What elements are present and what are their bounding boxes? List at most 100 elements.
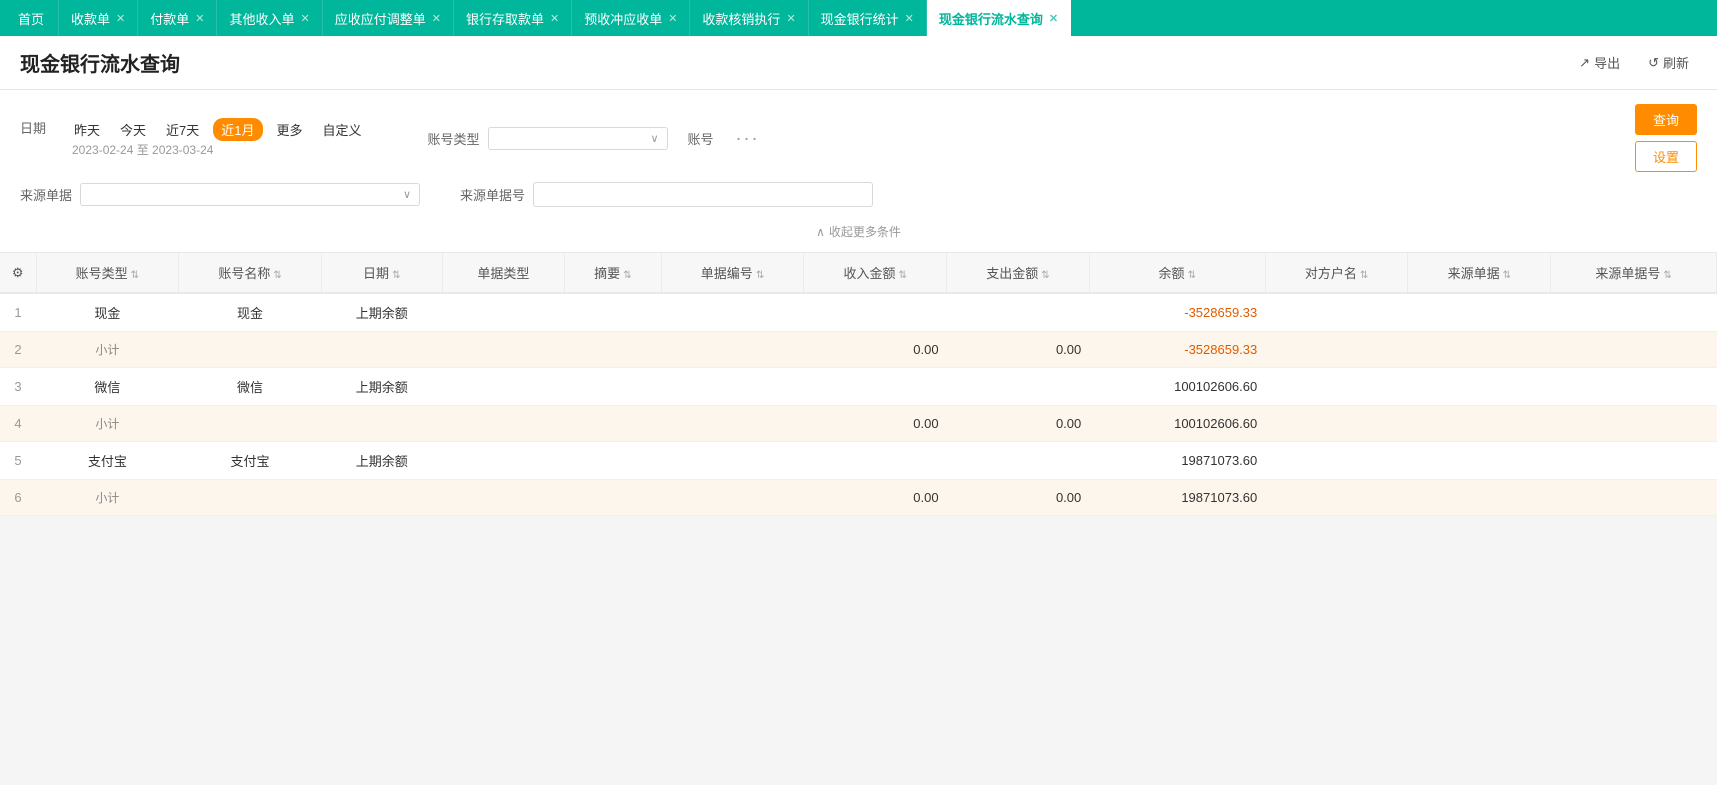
filter-actions: 查询 设置	[1635, 104, 1697, 172]
cell-source_doc	[1408, 293, 1551, 332]
cell-account_type: 微信	[36, 368, 179, 406]
nav-home[interactable]: 首页	[4, 0, 59, 36]
close-icon[interactable]: ✕	[116, 12, 125, 25]
col-label: 收入金额	[844, 266, 896, 281]
account-type-select[interactable]: ∨	[488, 127, 668, 150]
nav-tab[interactable]: 现金银行统计✕	[809, 0, 927, 36]
refresh-icon: ↺	[1648, 55, 1659, 71]
nav-tab[interactable]: 付款单 ✕	[138, 0, 217, 36]
nav-tab-label: 付款单	[150, 9, 189, 28]
cell-doc_no	[661, 332, 804, 368]
collapse-bar[interactable]: ∧ 收起更多条件	[20, 217, 1697, 242]
cell-expense: 0.00	[947, 406, 1090, 442]
sort-icon: ⇅	[131, 270, 139, 281]
account-dots[interactable]: ···	[736, 128, 760, 149]
date-option[interactable]: 近7天	[160, 118, 205, 141]
source-doc-num-input[interactable]	[533, 182, 873, 207]
col-label: 对方户名	[1305, 266, 1357, 281]
source-doc-num-group: 来源单据号	[460, 182, 873, 207]
col-label: 来源单据	[1448, 266, 1500, 281]
nav-tab[interactable]: 预收冲应收单✕	[572, 0, 690, 36]
col-header-summary[interactable]: 摘要⇅	[565, 253, 662, 293]
col-label: 单据类型	[477, 266, 529, 281]
cell-counterparty	[1265, 332, 1408, 368]
filter-row-2: 来源单据 ∨ 来源单据号	[20, 182, 1697, 207]
col-header-expense[interactable]: 支出金额⇅	[947, 253, 1090, 293]
nav-tab[interactable]: 收款核销执行✕	[690, 0, 808, 36]
col-header-date[interactable]: 日期⇅	[321, 253, 442, 293]
col-header-income[interactable]: 收入金额⇅	[804, 253, 947, 293]
table-container: ⚙账号类型⇅账号名称⇅日期⇅单据类型摘要⇅单据编号⇅收入金额⇅支出金额⇅余额⇅对…	[0, 253, 1717, 516]
account-label: 账号	[688, 129, 728, 148]
filter-row-1: 日期 昨天今天近7天近1月更多自定义 2023-02-24 至 2023-03-…	[20, 104, 1697, 172]
col-header-doc_type: 单据类型	[442, 253, 564, 293]
date-option[interactable]: 更多	[271, 118, 309, 141]
col-label: 支出金额	[986, 266, 1038, 281]
nav-tab[interactable]: 现金银行流水查询✕	[927, 0, 1071, 36]
close-icon[interactable]: ✕	[550, 12, 559, 25]
col-header-account_type[interactable]: 账号类型⇅	[36, 253, 179, 293]
cell-account_type: 支付宝	[36, 442, 179, 480]
col-header-source_doc[interactable]: 来源单据⇅	[1408, 253, 1551, 293]
cell-source_doc	[1408, 406, 1551, 442]
col-header-account_name[interactable]: 账号名称⇅	[179, 253, 322, 293]
cell-account_type: 小计	[36, 480, 179, 516]
cell-balance: 19871073.60	[1089, 480, 1265, 516]
refresh-button[interactable]: ↺ 刷新	[1640, 49, 1697, 76]
settings-icon[interactable]: ⚙	[12, 265, 24, 280]
cell-doc_type	[442, 406, 564, 442]
nav-tab[interactable]: 应收应付调整单✕	[323, 0, 454, 36]
cell-source_doc_no	[1551, 332, 1717, 368]
cell-income: 0.00	[804, 480, 947, 516]
close-icon[interactable]: ✕	[432, 12, 441, 25]
query-button[interactable]: 查询	[1635, 104, 1697, 135]
table-row: 3微信微信上期余额100102606.60	[0, 368, 1717, 406]
close-icon[interactable]: ✕	[786, 12, 795, 25]
page-header: 现金银行流水查询 ↗ 导出 ↺ 刷新	[0, 36, 1717, 90]
export-button[interactable]: ↗ 导出	[1571, 49, 1628, 76]
close-icon[interactable]: ✕	[905, 12, 914, 25]
date-filter-group: 日期 昨天今天近7天近1月更多自定义 2023-02-24 至 2023-03-…	[20, 118, 368, 158]
date-option[interactable]: 自定义	[317, 118, 368, 141]
cell-doc_no	[661, 368, 804, 406]
cell-account_type: 小计	[36, 332, 179, 368]
date-option[interactable]: 昨天	[68, 118, 106, 141]
cell-balance: -3528659.33	[1089, 293, 1265, 332]
nav-tab[interactable]: 其他收入单✕	[217, 0, 322, 36]
refresh-label: 刷新	[1663, 53, 1689, 72]
cell-source_doc_no	[1551, 442, 1717, 480]
close-icon[interactable]: ✕	[301, 12, 310, 25]
nav-tab[interactable]: 收款单✕	[59, 0, 138, 36]
col-label: 账号类型	[76, 266, 128, 281]
cell-expense	[947, 293, 1090, 332]
col-header-doc_no[interactable]: 单据编号⇅	[661, 253, 804, 293]
close-icon[interactable]: ✕	[668, 12, 677, 25]
col-header-counterparty[interactable]: 对方户名⇅	[1265, 253, 1408, 293]
col-label: 账号名称	[218, 266, 270, 281]
cell-income	[804, 293, 947, 332]
nav-tab[interactable]: 银行存取款单✕	[454, 0, 572, 36]
table-row: 6小计0.000.0019871073.60	[0, 480, 1717, 516]
close-icon[interactable]: ✕	[195, 12, 204, 25]
close-icon[interactable]: ✕	[1049, 12, 1058, 25]
date-option[interactable]: 今天	[114, 118, 152, 141]
cell-income: 0.00	[804, 406, 947, 442]
top-nav: 首页 收款单✕付款单✕其他收入单✕应收应付调整单✕银行存取款单✕预收冲应收单✕收…	[0, 0, 1717, 36]
col-header-source_doc_no[interactable]: 来源单据号⇅	[1551, 253, 1717, 293]
cell-summary	[565, 368, 662, 406]
cell-counterparty	[1265, 368, 1408, 406]
source-doc-select[interactable]: ∨	[80, 183, 420, 206]
sort-icon: ⇅	[1663, 270, 1671, 281]
date-option[interactable]: 近1月	[213, 118, 262, 141]
sort-icon: ⇅	[623, 270, 631, 281]
cell-doc_type	[442, 332, 564, 368]
cell-balance: 19871073.60	[1089, 442, 1265, 480]
cell-source_doc	[1408, 368, 1551, 406]
cell-expense	[947, 368, 1090, 406]
table-row: 2小计0.000.00-3528659.33	[0, 332, 1717, 368]
cell-doc_no	[661, 406, 804, 442]
cell-num: 3	[0, 368, 36, 406]
cell-num: 1	[0, 293, 36, 332]
col-header-balance[interactable]: 余额⇅	[1089, 253, 1265, 293]
settings-button[interactable]: 设置	[1635, 141, 1697, 172]
